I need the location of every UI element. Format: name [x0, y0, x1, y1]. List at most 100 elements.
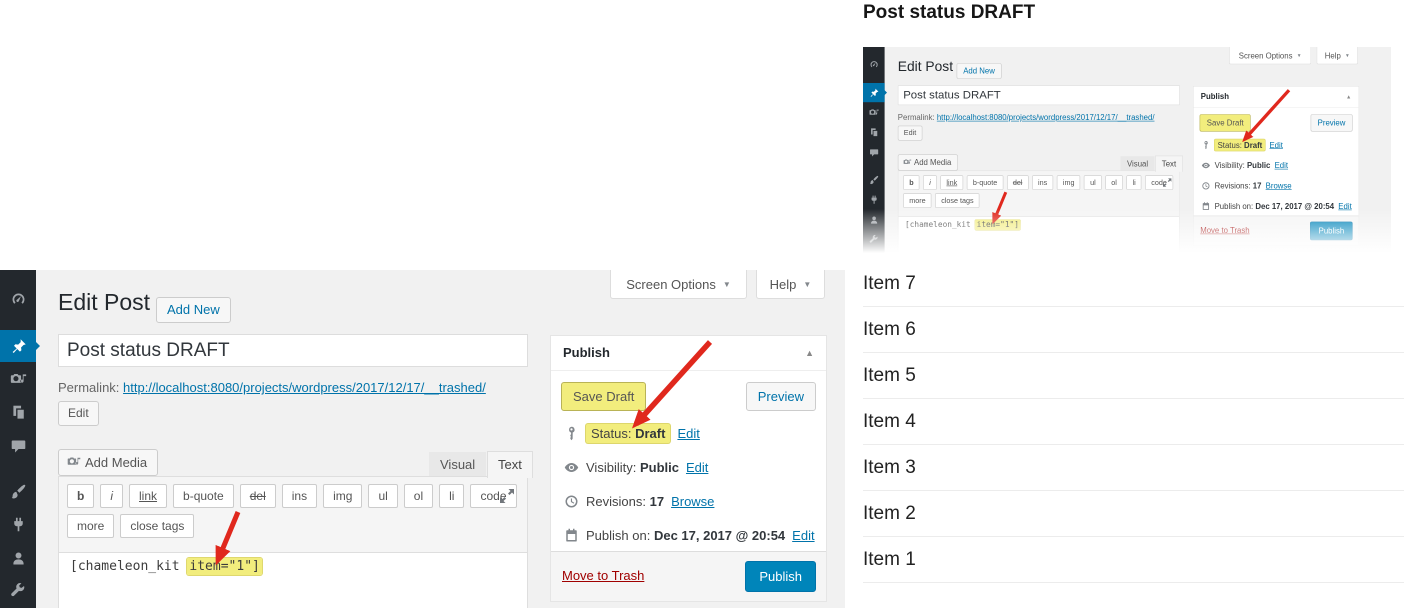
widget-heading: Post status DRAFT [863, 2, 1036, 23]
italic-button[interactable]: i [923, 175, 937, 190]
preview-button[interactable]: Preview [1310, 114, 1353, 132]
revisions-browse-link[interactable]: Browse [1266, 181, 1292, 190]
fullscreen-icon[interactable] [1162, 178, 1172, 188]
list-item[interactable]: Item 5 [863, 353, 1404, 399]
img-button[interactable]: img [323, 484, 363, 508]
preview-button[interactable]: Preview [745, 382, 816, 411]
dashboard-icon[interactable] [0, 284, 36, 314]
list-item[interactable]: Item 7 [863, 261, 1404, 307]
appearance-icon[interactable] [863, 171, 885, 189]
list-item[interactable]: Item 4 [863, 399, 1404, 445]
link-button[interactable]: link [940, 175, 964, 190]
add-new-button[interactable]: Add New [956, 63, 1002, 79]
post-title-input[interactable] [897, 85, 1180, 106]
visibility-text: Visibility: Public [1215, 161, 1271, 170]
ol-button[interactable]: ol [403, 484, 434, 508]
bold-button[interactable]: b [67, 484, 95, 508]
visibility-edit-link[interactable]: Edit [1275, 161, 1288, 170]
img-button[interactable]: img [1056, 175, 1081, 190]
status-edit-link[interactable]: Edit [1269, 140, 1282, 149]
plugins-icon[interactable] [0, 509, 36, 539]
media-icon[interactable] [863, 103, 885, 121]
tab-text[interactable]: Text [1155, 155, 1183, 172]
collapse-toggle-icon[interactable]: ▲ [1346, 87, 1351, 107]
add-media-button[interactable]: Add Media [897, 154, 958, 171]
bold-button[interactable]: b [903, 175, 920, 190]
tab-text[interactable]: Text [487, 451, 533, 478]
ins-button[interactable]: ins [1032, 175, 1054, 190]
ul-button[interactable]: ul [1084, 175, 1102, 190]
move-to-trash-link[interactable]: Move to Trash [1200, 226, 1249, 235]
li-button[interactable]: li [1126, 175, 1142, 190]
list-item[interactable]: Item 2 [863, 491, 1404, 537]
posts-icon[interactable] [863, 83, 887, 103]
chevron-down-icon: ▼ [1296, 52, 1302, 59]
revisions-browse-link[interactable]: Browse [671, 494, 714, 509]
permalink-edit-button[interactable]: Edit [58, 401, 99, 426]
users-icon[interactable] [0, 543, 36, 573]
pages-icon[interactable] [0, 397, 36, 427]
permalink: Permalink: http://localhost:8080/project… [898, 113, 1155, 122]
comments-icon[interactable] [0, 431, 36, 461]
list-item[interactable]: Item 6 [863, 307, 1404, 353]
quicktags-toolbar: b i link b-quote del ins img ul ol li co… [898, 171, 1180, 217]
screen-options-button[interactable]: Screen Options ▼ [610, 270, 747, 299]
post-title-input[interactable] [58, 334, 528, 367]
li-button[interactable]: li [439, 484, 465, 508]
list-item[interactable]: Item 3 [863, 445, 1404, 491]
help-button[interactable]: Help ▼ [1316, 47, 1358, 65]
fullscreen-icon[interactable] [499, 488, 515, 504]
plugins-icon[interactable] [863, 190, 885, 208]
tools-icon[interactable] [863, 231, 885, 249]
visibility-edit-link[interactable]: Edit [686, 460, 708, 475]
italic-button[interactable]: i [100, 484, 124, 508]
appearance-icon[interactable] [0, 476, 36, 506]
add-media-button[interactable]: Add Media [58, 449, 159, 476]
permalink-link[interactable]: http://localhost:8080/projects/wordpress… [123, 380, 486, 395]
publish-on-edit-link[interactable]: Edit [1338, 202, 1351, 211]
blockquote-button[interactable]: b-quote [173, 484, 234, 508]
ul-button[interactable]: ul [368, 484, 398, 508]
del-button[interactable]: del [239, 484, 276, 508]
permalink-edit-button[interactable]: Edit [897, 125, 923, 141]
wordpress-edit-post-screenshot: Screen Options ▼ Help ▼ Edit Post Add Ne… [863, 47, 1391, 259]
publish-on-edit-link[interactable]: Edit [792, 528, 814, 543]
editor-content[interactable]: [chameleon_kit item="1"] [70, 558, 262, 575]
status-edit-link[interactable]: Edit [677, 426, 699, 441]
pages-icon[interactable] [863, 123, 885, 141]
tools-icon[interactable] [0, 576, 36, 606]
visibility-row: Visibility: Public Edit [564, 457, 708, 477]
tab-visual[interactable]: Visual [1120, 156, 1155, 172]
move-to-trash-link[interactable]: Move to Trash [562, 568, 644, 583]
blockquote-button[interactable]: b-quote [966, 175, 1004, 190]
help-button[interactable]: Help ▼ [756, 270, 825, 299]
save-draft-button[interactable]: Save Draft [561, 382, 647, 411]
list-item[interactable]: Item 1 [863, 537, 1404, 583]
posts-icon[interactable] [0, 330, 40, 362]
del-button[interactable]: del [1006, 175, 1029, 190]
screen-options-button[interactable]: Screen Options ▼ [1229, 47, 1312, 65]
ins-button[interactable]: ins [281, 484, 318, 508]
comments-icon[interactable] [863, 144, 885, 162]
media-icon[interactable] [0, 364, 36, 394]
publish-button[interactable]: Publish [745, 561, 816, 592]
close-tags-button[interactable]: close tags [935, 193, 980, 208]
screenshot-thumbnail-small[interactable]: Screen Options ▼ Help ▼ Edit Post Add Ne… [863, 47, 1392, 259]
collapse-toggle-icon[interactable]: ▲ [805, 336, 814, 370]
publish-on-value: Dec 17, 2017 @ 20:54 [653, 527, 786, 543]
admin-sidebar [0, 270, 40, 608]
dashboard-icon[interactable] [863, 55, 885, 73]
save-draft-button[interactable]: Save Draft [1199, 114, 1251, 132]
link-button[interactable]: link [129, 484, 168, 508]
tab-visual[interactable]: Visual [429, 452, 487, 477]
add-new-button[interactable]: Add New [156, 297, 231, 323]
more-button[interactable]: more [903, 193, 932, 208]
close-tags-button[interactable]: close tags [120, 514, 195, 538]
editor-content[interactable]: [chameleon_kit item="1"] [905, 219, 1021, 231]
ol-button[interactable]: ol [1105, 175, 1123, 190]
users-icon[interactable] [863, 211, 885, 229]
permalink-link[interactable]: http://localhost:8080/projects/wordpress… [937, 113, 1155, 122]
more-button[interactable]: more [67, 514, 115, 538]
revisions-clock-icon [1202, 182, 1210, 190]
publish-button[interactable]: Publish [1310, 221, 1353, 241]
